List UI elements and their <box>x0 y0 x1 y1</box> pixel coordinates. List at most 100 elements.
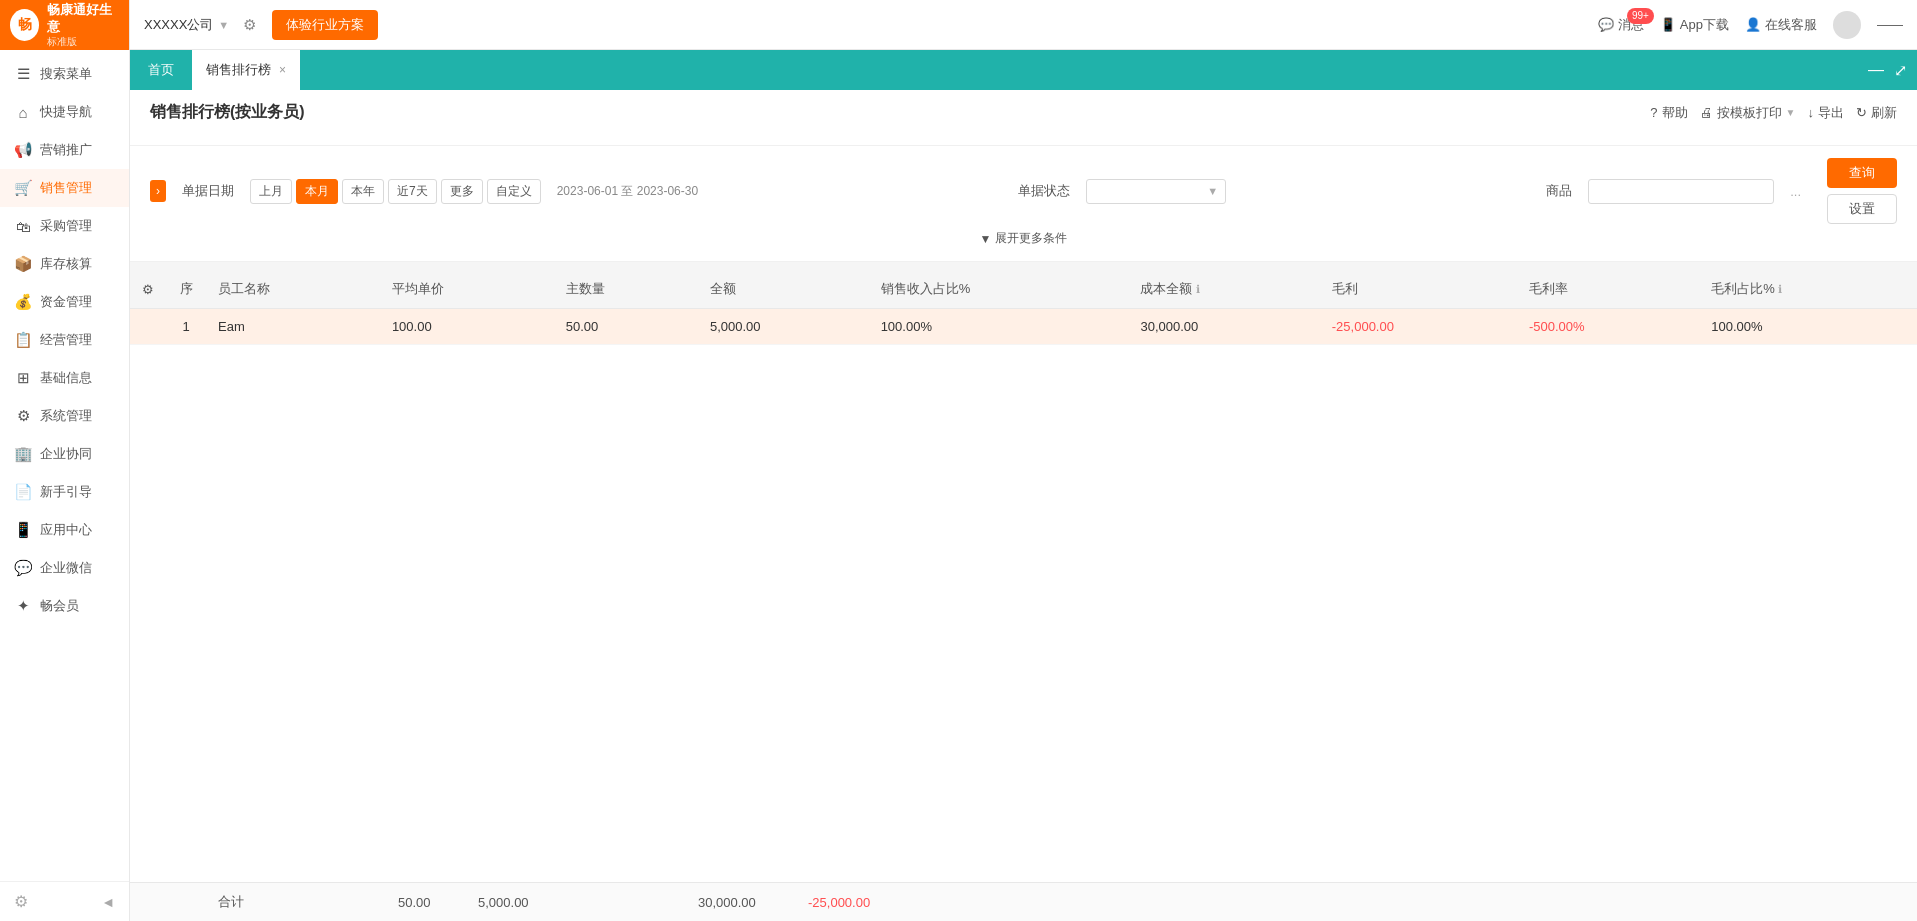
sidebar-item-search-order[interactable]: ☰搜索菜单 <box>0 55 129 93</box>
sidebar-item-capital[interactable]: 💰资金管理 <box>0 283 129 321</box>
user-avatar[interactable] <box>1833 11 1861 39</box>
date-btn-7days[interactable]: 近7天 <box>388 179 437 204</box>
date-btn-this-month[interactable]: 本月 <box>296 179 338 204</box>
filter-expand-btn[interactable]: › <box>150 180 166 202</box>
capital-label: 资金管理 <box>40 293 92 311</box>
gross-pct-info-icon[interactable]: ℹ <box>1778 283 1782 295</box>
settings-btn[interactable]: 设置 <box>1827 194 1897 224</box>
sidebar-item-basic[interactable]: ⊞基础信息 <box>0 359 129 397</box>
member-label: 畅会员 <box>40 597 79 615</box>
online-service-icon: 👤 <box>1745 17 1761 32</box>
help-icon: ? <box>1650 105 1657 120</box>
inventory-icon: 📦 <box>14 255 32 273</box>
sidebar-logo: 畅 畅康通好生意 标准版 <box>0 0 129 50</box>
row-rank: 1 <box>166 309 206 345</box>
query-btn[interactable]: 查询 <box>1827 158 1897 188</box>
print-label: 按模板打印 <box>1717 104 1782 122</box>
expand-more-label: 展开更多条件 <box>995 230 1067 247</box>
collab-icon: 🏢 <box>14 445 32 463</box>
tab-maximize-icon[interactable]: ⤢ <box>1894 61 1907 80</box>
system-icon: ⚙ <box>14 407 32 425</box>
sidebar-collapse-icon[interactable]: ◄ <box>101 894 115 910</box>
main: XXXXX公司 ▼ ⚙ 体验行业方案 💬 消息 99+ 📱 App下载 👤 在线… <box>130 0 1917 921</box>
th-gross: 毛利 <box>1320 270 1517 309</box>
app-download-icon: 📱 <box>1660 17 1676 32</box>
expand-more-icon: ▼ <box>980 232 992 246</box>
date-btn-last-month[interactable]: 上月 <box>250 179 292 204</box>
expand-more-btn[interactable]: ▼ 展开更多条件 <box>980 230 1068 247</box>
basic-label: 基础信息 <box>40 369 92 387</box>
filter-row-1: › 单据日期 上月 本月 本年 近7天 更多 自定义 2023-06-01 至 … <box>150 158 1897 224</box>
refresh-label: 刷新 <box>1871 104 1897 122</box>
sidebar-item-inventory[interactable]: 📦 库存核算 <box>0 245 129 283</box>
status-select[interactable] <box>1086 179 1226 204</box>
th-amount: 全额 <box>698 270 869 309</box>
date-label: 单据日期 <box>182 182 234 200</box>
th-cost: 成本全额 ℹ <box>1128 270 1319 309</box>
sidebar-item-collab[interactable]: 🏢企业协同 <box>0 435 129 473</box>
th-quantity: 主数量 <box>554 270 698 309</box>
inventory-label: 库存核算 <box>40 255 92 273</box>
logo-icon: 畅 <box>10 9 39 41</box>
footer-quantity: 50.00 <box>398 895 478 910</box>
th-name: 员工名称 <box>206 270 380 309</box>
sidebar-item-wechat[interactable]: 💬企业微信 <box>0 549 129 587</box>
content-area: 销售排行榜(按业务员) ? 帮助 🖨 按模板打印 ▼ ↓ 导出 <box>130 90 1917 921</box>
refresh-btn[interactable]: ↻ 刷新 <box>1856 104 1897 122</box>
row-settings <box>130 309 166 345</box>
message-btn[interactable]: 💬 消息 99+ <box>1598 16 1644 34</box>
date-range-display: 2023-06-01 至 2023-06-30 <box>557 183 698 200</box>
sidebar-item-sales[interactable]: 🛒销售管理 <box>0 169 129 207</box>
footer-label: 合计 <box>218 893 318 911</box>
row-cost: 30,000.00 <box>1128 309 1319 345</box>
print-btn[interactable]: 🖨 按模板打印 ▼ <box>1700 104 1796 122</box>
sidebar: 畅 畅康通好生意 标准版 ☰搜索菜单 ⌂ 快捷导航 📢营销推广🛒销售管理 🛍 采购管理 📦 库… <box>0 0 130 921</box>
app-download-btn[interactable]: 📱 App下载 <box>1660 16 1729 34</box>
tab-minimize-icon[interactable]: — <box>1868 61 1884 79</box>
guide-icon: 📄 <box>14 483 32 501</box>
logo-title: 畅康通好生意 <box>47 2 119 36</box>
sidebar-item-apps[interactable]: 📱应用中心 <box>0 511 129 549</box>
help-btn[interactable]: ? 帮助 <box>1650 104 1687 122</box>
tab-sales-ranking[interactable]: 销售排行榜 × <box>192 50 300 90</box>
tab-close-icon[interactable]: × <box>279 63 286 77</box>
sidebar-item-ops[interactable]: 📋经营管理 <box>0 321 129 359</box>
apps-label: 应用中心 <box>40 521 92 539</box>
try-industry-btn[interactable]: 体验行业方案 <box>272 10 378 40</box>
wechat-icon: 💬 <box>14 559 32 577</box>
sidebar-settings-icon[interactable]: ⚙ <box>14 892 28 911</box>
online-service-label: 在线客服 <box>1765 16 1817 34</box>
goods-label: 商品 <box>1546 182 1572 200</box>
refresh-icon: ↻ <box>1856 105 1867 120</box>
date-btn-this-year[interactable]: 本年 <box>342 179 384 204</box>
quick-nav-label: 快捷导航 <box>40 103 92 121</box>
table-body: 1 Eam 100.00 50.00 5,000.00 100.00% 30,0… <box>130 309 1917 345</box>
cost-info-icon[interactable]: ℹ <box>1196 283 1200 295</box>
goods-more-icon[interactable]: ... <box>1790 184 1801 199</box>
date-btn-more[interactable]: 更多 <box>441 179 483 204</box>
sidebar-item-member[interactable]: ✦畅会员 <box>0 587 129 625</box>
online-service-btn[interactable]: 👤 在线客服 <box>1745 16 1817 34</box>
message-icon: 💬 <box>1598 17 1614 32</box>
topbar-settings-icon[interactable]: ⚙ <box>243 16 256 34</box>
purchase-label: 采购管理 <box>40 217 92 235</box>
home-tab-label: 首页 <box>148 61 174 79</box>
quick-nav-icon: ⌂ <box>14 104 32 121</box>
app-download-label: App下载 <box>1680 16 1729 34</box>
logo-text: 畅康通好生意 标准版 <box>47 2 119 49</box>
sidebar-item-guide[interactable]: 📄新手引导 <box>0 473 129 511</box>
goods-input[interactable] <box>1588 179 1774 204</box>
sidebar-item-marketing[interactable]: 📢营销推广 <box>0 131 129 169</box>
sidebar-item-purchase[interactable]: 🛍 采购管理 <box>0 207 129 245</box>
sidebar-item-quick-nav[interactable]: ⌂ 快捷导航 <box>0 93 129 131</box>
tab-home[interactable]: 首页 <box>130 50 192 90</box>
purchase-icon: 🛍 <box>14 218 32 235</box>
company-name: XXXXX公司 <box>144 16 213 34</box>
sidebar-item-system[interactable]: ⚙系统管理 <box>0 397 129 435</box>
th-settings[interactable]: ⚙ <box>130 270 166 309</box>
export-btn[interactable]: ↓ 导出 <box>1808 104 1845 122</box>
row-gross-rate: -500.00% <box>1517 309 1699 345</box>
company-selector[interactable]: XXXXX公司 ▼ <box>144 16 229 34</box>
main-table: ⚙ 序 员工名称 平均单价 主数量 全额 销售收入占比% 成本全额 ℹ 毛利 毛… <box>130 270 1917 345</box>
date-btn-custom[interactable]: 自定义 <box>487 179 541 204</box>
